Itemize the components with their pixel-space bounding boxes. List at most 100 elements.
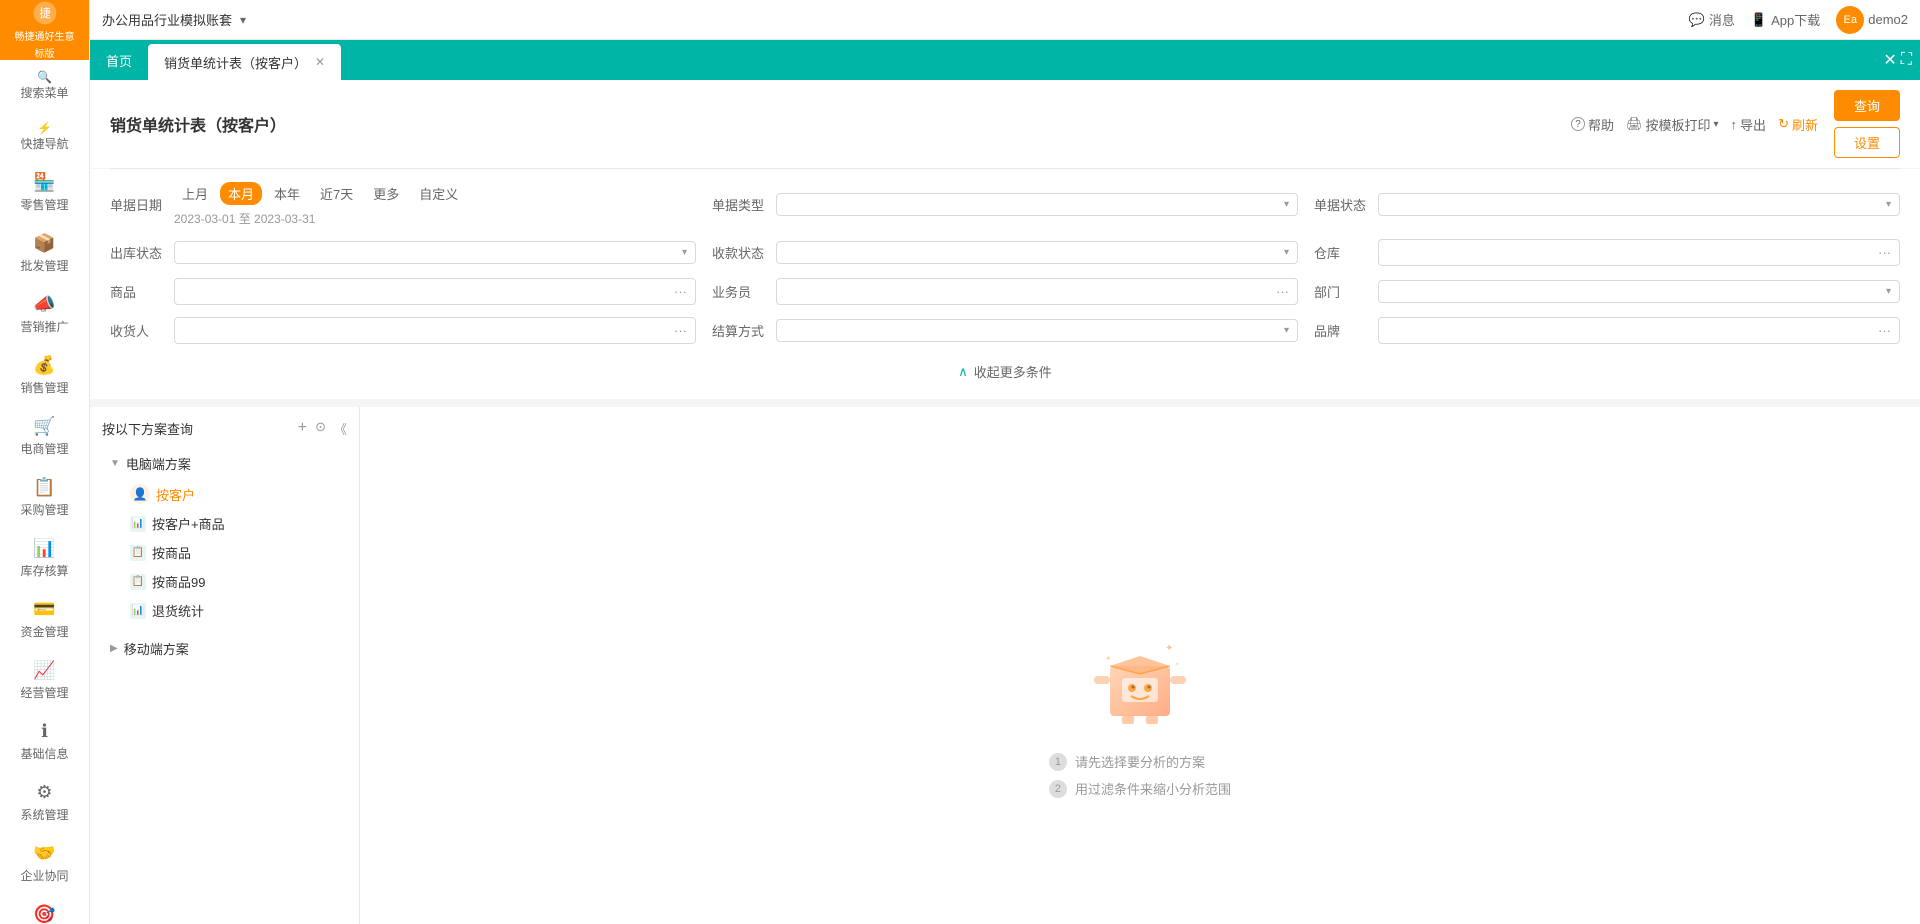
- settings-button[interactable]: 设置: [1834, 127, 1900, 158]
- sidebar-item-inventory[interactable]: 📊 库存核算: [0, 528, 90, 589]
- message-icon: 💬: [1689, 12, 1705, 28]
- tree-desktop-label[interactable]: ▼ 电脑端方案: [102, 448, 347, 479]
- returns-icon: 📊: [130, 603, 146, 619]
- returns-label: 退货统计: [152, 601, 204, 620]
- print-icon: 🖨: [1626, 116, 1643, 132]
- help-btn[interactable]: ? 帮助: [1571, 115, 1614, 134]
- print-btn[interactable]: 🖨 按模板打印 ▾: [1626, 115, 1719, 134]
- date-btn-custom[interactable]: 自定义: [411, 181, 466, 206]
- tab-sales-stats[interactable]: 销货单统计表（按客户） ✕: [148, 44, 341, 80]
- app-logo[interactable]: 捷 畅捷通好生意 标版: [0, 0, 90, 60]
- tree-item-customer-goods[interactable]: 📊 按客户+商品: [122, 509, 347, 538]
- date-btn-thismonth[interactable]: 本月: [220, 182, 262, 205]
- tree-item-goods[interactable]: 📋 按商品: [122, 538, 347, 567]
- sidebar-item-system[interactable]: ⚙ 系统管理: [0, 772, 90, 833]
- brand-select[interactable]: ···: [1378, 317, 1900, 344]
- export-icon: ↑: [1731, 117, 1738, 132]
- sidebar-item-wholesale[interactable]: 📦 批发管理: [0, 223, 90, 284]
- goods99-icon: 📋: [130, 574, 146, 590]
- settings-scheme-btn[interactable]: ⊙: [315, 419, 326, 438]
- sidebar-label-collab: 企业协同: [20, 867, 68, 884]
- payment-method-label: 结算方式: [712, 321, 768, 340]
- warehouse-select[interactable]: ···: [1378, 239, 1900, 266]
- sidebar-item-operations[interactable]: 📈 经营管理: [0, 650, 90, 711]
- department-select[interactable]: ▾: [1378, 280, 1900, 303]
- user-profile[interactable]: Ea demo2: [1836, 6, 1908, 34]
- date-btn-7days[interactable]: 近7天: [312, 181, 361, 206]
- message-btn[interactable]: 💬 消息: [1689, 10, 1735, 29]
- refresh-btn[interactable]: ↻ 刷新: [1778, 115, 1818, 134]
- tip-num-1: 1: [1049, 753, 1067, 771]
- tree-item-returns[interactable]: 📊 退货统计: [122, 596, 347, 625]
- export-btn[interactable]: ↑ 导出: [1731, 115, 1767, 134]
- add-scheme-btn[interactable]: +: [298, 419, 307, 438]
- quicknav-icon: ⚡: [37, 121, 52, 135]
- receiver-select[interactable]: ···: [174, 317, 696, 344]
- tree-mobile-expand-icon: ▶: [110, 643, 118, 654]
- left-panel-actions: + ⊙ 《: [298, 419, 347, 438]
- goods-cell: 商品 ···: [110, 278, 696, 305]
- stock-status-select[interactable]: ▾: [174, 241, 696, 264]
- sidebar-item-finance[interactable]: 💳 资金管理: [0, 589, 90, 650]
- sidebar-item-collab[interactable]: 🤝 企业协同: [0, 833, 90, 894]
- empty-tip-2: 2 用过滤条件来缩小分析范围: [1049, 779, 1231, 798]
- account-title: 办公用品行业模拟账套: [102, 10, 232, 29]
- date-btn-thisyear[interactable]: 本年: [266, 181, 308, 206]
- sidebar-label-finance: 资金管理: [20, 623, 68, 640]
- tab-close-btn[interactable]: ✕: [1883, 50, 1896, 70]
- salesperson-select[interactable]: ···: [776, 278, 1298, 305]
- order-type-select[interactable]: ▾: [776, 193, 1298, 216]
- sidebar-label-ecommerce: 电商管理: [20, 440, 68, 457]
- date-btn-more[interactable]: 更多: [365, 181, 407, 206]
- sidebar-item-basics[interactable]: ℹ 基础信息: [0, 711, 90, 772]
- query-button[interactable]: 查询: [1834, 90, 1900, 121]
- tab-home-label: 首页: [106, 51, 132, 70]
- payment-method-select[interactable]: ▾: [776, 319, 1298, 342]
- collapse-panel-btn[interactable]: 《: [334, 419, 347, 438]
- sidebar-item-ecommerce[interactable]: 🛒 电商管理: [0, 406, 90, 467]
- order-status-label: 单据状态: [1314, 195, 1370, 214]
- tree-item-goods99[interactable]: 📋 按商品99: [122, 567, 347, 596]
- mobile-group: ▶ 移动端方案: [102, 633, 347, 664]
- sidebar-item-search[interactable]: 🔍 搜索菜单: [0, 60, 90, 111]
- date-options: 上月 本月 本年 近7天 更多 自定义: [174, 181, 696, 206]
- empty-tip-1: 1 请先选择要分析的方案: [1049, 752, 1231, 771]
- app-download-btn[interactable]: 📱 App下载: [1751, 10, 1820, 29]
- tab-expand-btn[interactable]: ⛶: [1901, 51, 1912, 69]
- tip-text-1: 请先选择要分析的方案: [1075, 752, 1205, 771]
- date-label: 单据日期: [110, 195, 166, 214]
- order-status-select[interactable]: ▾: [1378, 193, 1900, 216]
- marketing-icon: 📣: [33, 294, 55, 315]
- account-dropdown[interactable]: ▾: [240, 13, 246, 27]
- customer-goods-icon: 📊: [130, 516, 146, 532]
- user-label: demo2: [1868, 12, 1908, 27]
- wholesale-icon: 📦: [33, 233, 55, 254]
- customer-scheme-label: 按客户: [156, 485, 195, 504]
- sidebar-item-marketing[interactable]: 📣 营销推广: [0, 284, 90, 345]
- customer-goods-label: 按客户+商品: [152, 514, 225, 533]
- sidebar-item-sales[interactable]: 💰 销售管理: [0, 345, 90, 406]
- sidebar-item-retail[interactable]: 🏪 零售管理: [0, 162, 90, 223]
- goods-select[interactable]: ···: [174, 278, 696, 305]
- salesperson-label: 业务员: [712, 282, 768, 301]
- filter-area: 单据日期 上月 本月 本年 近7天 更多 自定义 2023-03-01 至 20…: [90, 169, 1920, 399]
- tab-bar: 首页 销货单统计表（按客户） ✕ ✕ ⛶: [90, 40, 1920, 80]
- refresh-icon: ↻: [1778, 116, 1789, 132]
- tab-close-icon[interactable]: ✕: [315, 55, 325, 69]
- payment-status-cell: 收款状态 ▾: [712, 239, 1298, 266]
- sidebar-item-guide[interactable]: 🎯 新手引导: [0, 894, 90, 924]
- tree-mobile-label[interactable]: ▶ 移动端方案: [102, 633, 347, 664]
- goods99-label: 按商品99: [152, 572, 205, 591]
- sidebar-item-purchase[interactable]: 📋 采购管理: [0, 467, 90, 528]
- page-action-links: ? 帮助 🖨 按模板打印 ▾ ↑ 导出 ↻ 刷新: [1571, 115, 1818, 134]
- sidebar-item-quicknav[interactable]: ⚡ 快捷导航: [0, 111, 90, 162]
- order-status-arrow: ▾: [1886, 199, 1891, 210]
- tab-home[interactable]: 首页: [90, 40, 148, 80]
- empty-tips: 1 请先选择要分析的方案 2 用过滤条件来缩小分析范围: [1049, 752, 1231, 798]
- date-btn-lastmonth[interactable]: 上月: [174, 181, 216, 206]
- payment-status-select[interactable]: ▾: [776, 241, 1298, 264]
- tree-item-customer[interactable]: 👤 按客户: [122, 479, 347, 509]
- system-icon: ⚙: [36, 782, 52, 803]
- goods-scheme-label: 按商品: [152, 543, 191, 562]
- collapse-bar[interactable]: ∧ 收起更多条件: [110, 356, 1900, 387]
